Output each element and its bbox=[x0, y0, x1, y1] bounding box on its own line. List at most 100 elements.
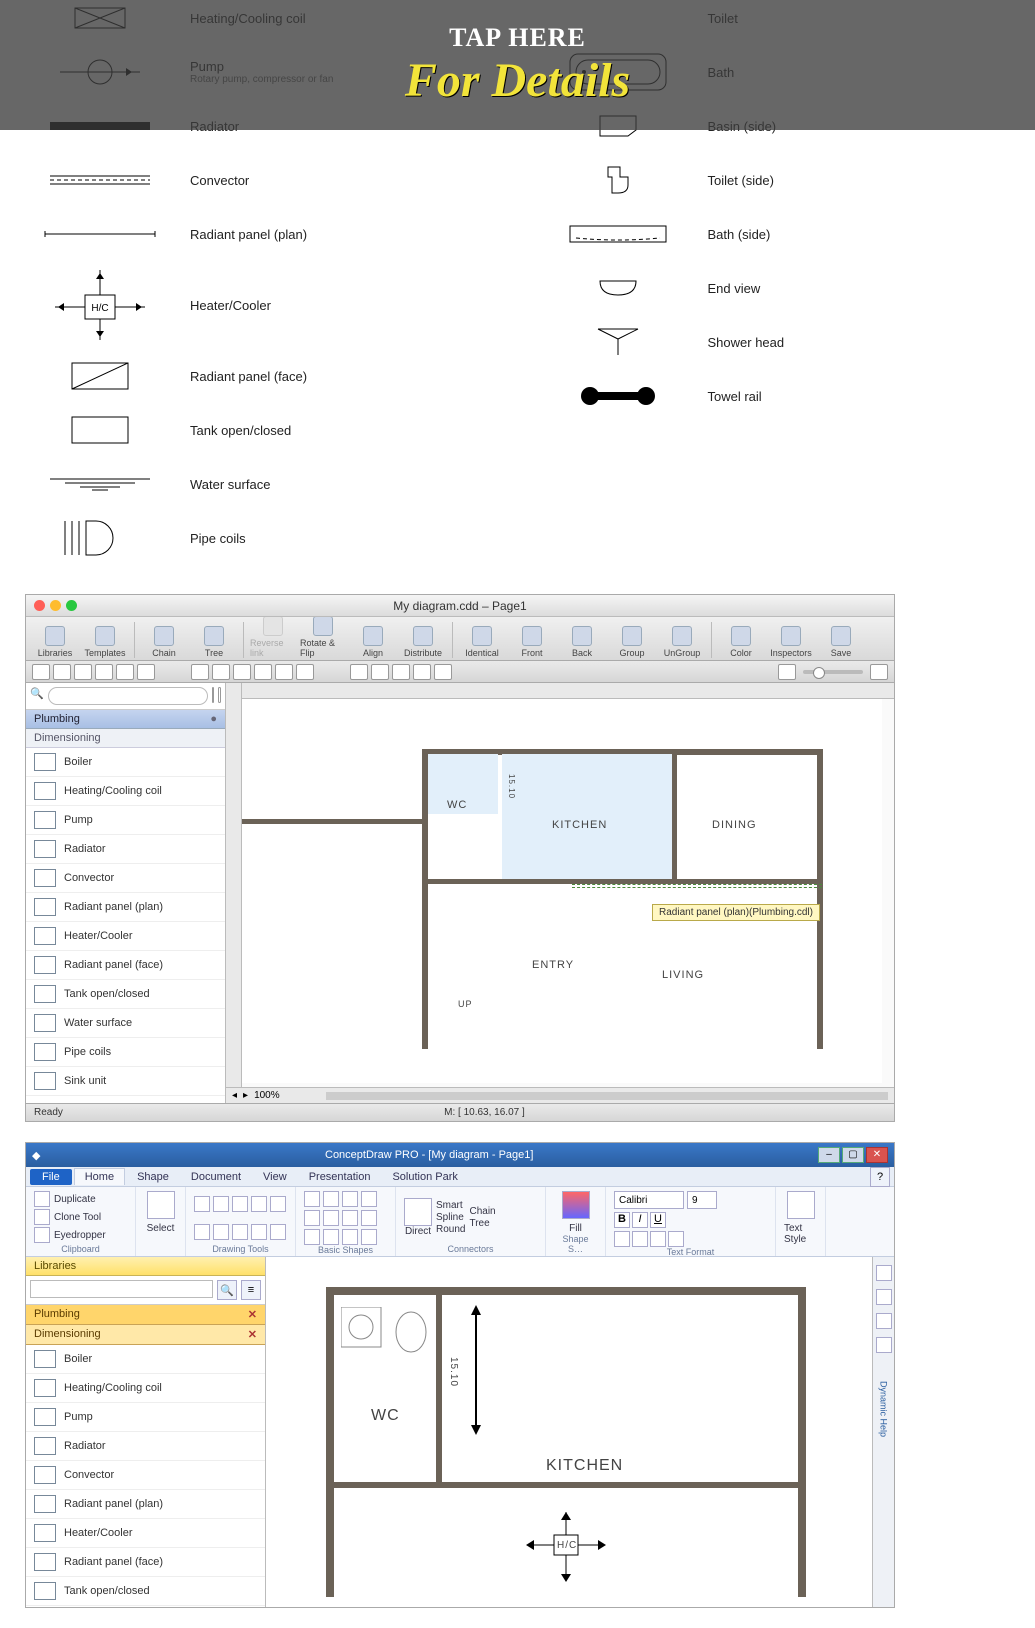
font-size-combo[interactable]: 9 bbox=[687, 1191, 717, 1209]
tab-solution-park[interactable]: Solution Park bbox=[382, 1169, 467, 1185]
align-left-icon[interactable] bbox=[614, 1231, 630, 1247]
basic-shape-icon[interactable] bbox=[342, 1191, 358, 1207]
tool-icon[interactable] bbox=[434, 664, 452, 680]
smart-connector[interactable]: Smart bbox=[436, 1200, 465, 1211]
maximize-button[interactable]: ▢ bbox=[842, 1147, 864, 1163]
basic-shape-icon[interactable] bbox=[304, 1229, 320, 1245]
tool-icon[interactable] bbox=[137, 664, 155, 680]
zoom-out-icon[interactable] bbox=[778, 664, 796, 680]
basic-shape-icon[interactable] bbox=[323, 1210, 339, 1226]
basic-shape-icon[interactable] bbox=[342, 1229, 358, 1245]
library-item[interactable]: Sink unit bbox=[26, 1067, 225, 1096]
help-icon[interactable]: ? bbox=[870, 1167, 890, 1187]
basic-shape-icon[interactable] bbox=[361, 1229, 377, 1245]
list-toggle-button[interactable]: ≡ bbox=[241, 1280, 261, 1300]
basic-shape-icon[interactable] bbox=[323, 1229, 339, 1245]
shape-tool-icon[interactable] bbox=[270, 1196, 286, 1212]
library-header-plumbing[interactable]: Plumbing● bbox=[26, 710, 225, 729]
duplicate-label[interactable]: Duplicate bbox=[54, 1194, 96, 1205]
selected-shape[interactable] bbox=[572, 884, 822, 888]
library-item[interactable]: Boiler bbox=[26, 748, 225, 777]
toolbar-tree[interactable]: Tree bbox=[191, 626, 237, 658]
library-item[interactable]: Heater/Cooler bbox=[26, 1519, 265, 1548]
align-justify-icon[interactable] bbox=[668, 1231, 684, 1247]
library-item[interactable]: Radiant panel (face) bbox=[26, 951, 225, 980]
shape-tool-icon[interactable] bbox=[232, 1224, 248, 1240]
panel-icon[interactable] bbox=[876, 1313, 892, 1329]
prev-page-icon[interactable]: ◂ bbox=[232, 1090, 237, 1101]
duplicate-icon[interactable] bbox=[34, 1191, 50, 1207]
promo-banner[interactable]: TAP HERE For Details bbox=[0, 0, 1035, 130]
library-item[interactable]: Water surface bbox=[26, 1009, 225, 1038]
toolbar-identical[interactable]: Identical bbox=[459, 626, 505, 658]
section-dimensioning[interactable]: Dimensioning✕ bbox=[26, 1325, 265, 1345]
shape-tool-icon[interactable] bbox=[232, 1196, 248, 1212]
align-right-icon[interactable] bbox=[650, 1231, 666, 1247]
library-item[interactable]: Tank open/closed bbox=[26, 980, 225, 1009]
tool-icon[interactable] bbox=[392, 664, 410, 680]
minimize-icon[interactable] bbox=[50, 600, 61, 611]
library-item[interactable]: Radiant panel (face) bbox=[26, 1548, 265, 1577]
win-titlebar[interactable]: ◆ ConceptDraw PRO - [My diagram - Page1]… bbox=[26, 1143, 894, 1167]
clone-tool-label[interactable]: Clone Tool bbox=[54, 1212, 101, 1223]
toolbar-libraries[interactable]: Libraries bbox=[32, 626, 78, 658]
library-search-input[interactable] bbox=[30, 1280, 213, 1298]
library-item[interactable]: Tank open/closed bbox=[26, 1577, 265, 1606]
library-item[interactable]: Pipe coils bbox=[26, 1038, 225, 1067]
panel-icon[interactable] bbox=[876, 1265, 892, 1281]
tool-icon[interactable] bbox=[413, 664, 431, 680]
file-tab[interactable]: File bbox=[30, 1169, 72, 1185]
close-icon[interactable] bbox=[34, 600, 45, 611]
toolbar-templates[interactable]: Templates bbox=[82, 626, 128, 658]
panel-icon[interactable] bbox=[876, 1289, 892, 1305]
tool-icon[interactable] bbox=[74, 664, 92, 680]
search-input[interactable] bbox=[48, 687, 208, 705]
library-item[interactable]: Radiant panel (plan) bbox=[26, 893, 225, 922]
clone-tool-icon[interactable] bbox=[34, 1209, 50, 1225]
next-page-icon[interactable]: ▸ bbox=[243, 1090, 248, 1101]
shape-tool-icon[interactable] bbox=[213, 1224, 229, 1240]
tab-document[interactable]: Document bbox=[181, 1169, 251, 1185]
section-plumbing[interactable]: Plumbing✕ bbox=[26, 1305, 265, 1325]
drawing-canvas[interactable]: WC KITCHEN DINING ENTRY LIVING UP 15.10 … bbox=[226, 683, 894, 1103]
eyedropper-icon[interactable] bbox=[34, 1227, 50, 1243]
tool-icon[interactable] bbox=[53, 664, 71, 680]
toolbar-rotate-flip[interactable]: Rotate & Flip bbox=[300, 616, 346, 658]
library-item[interactable]: Convector bbox=[26, 864, 225, 893]
library-item[interactable]: Convector bbox=[26, 1461, 265, 1490]
tab-presentation[interactable]: Presentation bbox=[299, 1169, 381, 1185]
direct-connector-icon[interactable] bbox=[404, 1198, 432, 1226]
eyedropper-label[interactable]: Eyedropper bbox=[54, 1230, 106, 1241]
library-item[interactable]: Radiator bbox=[26, 1432, 265, 1461]
shape-tool-icon[interactable] bbox=[213, 1196, 229, 1212]
mac-titlebar[interactable]: My diagram.cdd – Page1 bbox=[26, 595, 894, 617]
toolbar-chain[interactable]: Chain bbox=[141, 626, 187, 658]
dynamic-help-tab[interactable]: Dynamic Help bbox=[879, 1381, 889, 1437]
library-item[interactable]: Heating/Cooling coil bbox=[26, 777, 225, 806]
font-combo[interactable]: Calibri bbox=[614, 1191, 684, 1209]
tab-shape[interactable]: Shape bbox=[127, 1169, 179, 1185]
library-item[interactable]: Boiler bbox=[26, 1345, 265, 1374]
list-view-icon[interactable] bbox=[212, 687, 215, 703]
bold-icon[interactable]: B bbox=[614, 1212, 630, 1228]
minimize-button[interactable]: – bbox=[818, 1147, 840, 1163]
zoom-icon[interactable] bbox=[66, 600, 77, 611]
library-item[interactable]: Pump bbox=[26, 806, 225, 835]
shape-tool-icon[interactable] bbox=[270, 1224, 286, 1240]
library-item[interactable]: Pump bbox=[26, 1403, 265, 1432]
toolbar-back[interactable]: Back bbox=[559, 626, 605, 658]
basic-shape-icon[interactable] bbox=[304, 1210, 320, 1226]
zoom-slider[interactable] bbox=[803, 670, 863, 674]
tool-icon[interactable] bbox=[371, 664, 389, 680]
search-button[interactable]: 🔍 bbox=[217, 1280, 237, 1300]
library-item[interactable]: Radiant panel (plan) bbox=[26, 1490, 265, 1519]
close-button[interactable]: ✕ bbox=[866, 1147, 888, 1163]
tool-icon[interactable] bbox=[116, 664, 134, 680]
shape-tool-icon[interactable] bbox=[194, 1196, 210, 1212]
basic-shape-icon[interactable] bbox=[304, 1191, 320, 1207]
tool-icon[interactable] bbox=[296, 664, 314, 680]
select-icon[interactable] bbox=[147, 1191, 175, 1219]
toolbar-color[interactable]: Color bbox=[718, 626, 764, 658]
tool-icon[interactable] bbox=[275, 664, 293, 680]
close-section-icon[interactable]: ✕ bbox=[248, 1308, 257, 1321]
